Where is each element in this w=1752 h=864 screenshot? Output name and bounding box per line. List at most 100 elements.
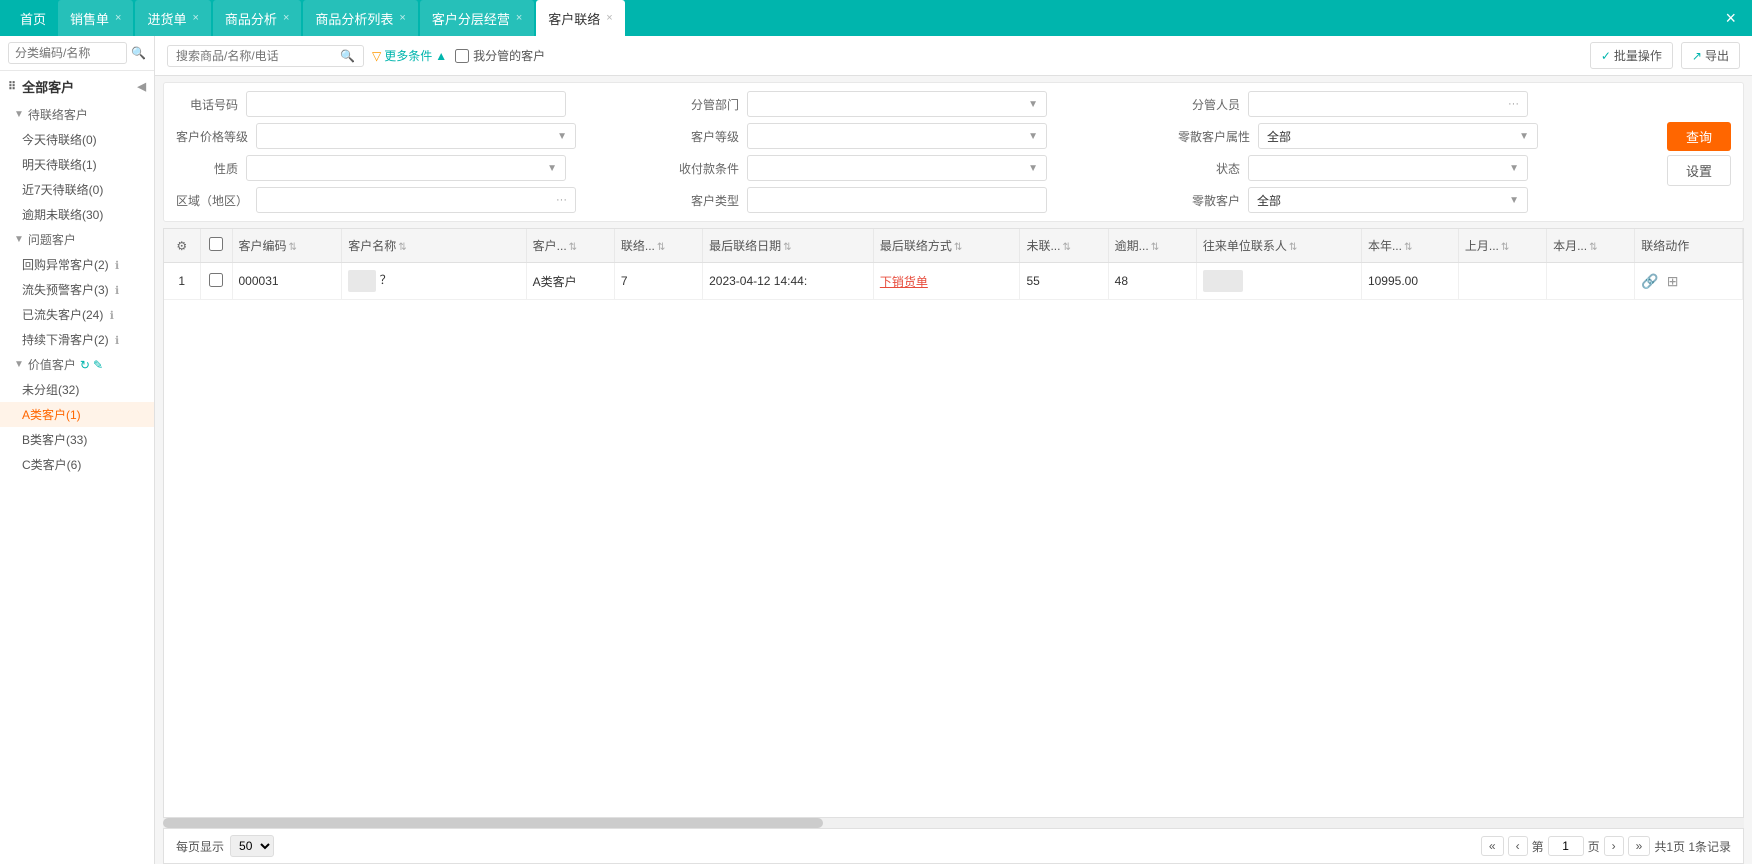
filter-phone-input[interactable] [246, 91, 566, 117]
close-tab-customer-ops[interactable]: × [516, 12, 522, 24]
nav-tab-customer-contact[interactable]: 客户联络 × [536, 0, 624, 36]
row-checkbox[interactable] [209, 273, 223, 287]
nav-tab-analysis-list[interactable]: 商品分析列表 × [303, 0, 417, 36]
th-contact-count[interactable]: 联络...⇅ [614, 229, 702, 263]
export-button[interactable]: ↗ 导出 [1681, 42, 1740, 69]
batch-operation-button[interactable]: ✓ 批量操作 [1590, 42, 1673, 69]
sidebar-item-overdue[interactable]: 逾期未联络(30) [0, 202, 154, 227]
sidebar-item-churned[interactable]: 已流失客户(24) ℹ [0, 302, 154, 327]
filter-price-level: 客户价格等级 ▼ [176, 123, 657, 149]
sidebar-item-churn-warning[interactable]: 流失预警客户(3) ℹ [0, 277, 154, 302]
sidebar-item-repurchase-abnormal[interactable]: 回购异常客户(2) ℹ [0, 252, 154, 277]
nav-tab-analysis[interactable]: 商品分析 × [213, 0, 301, 36]
filter-retail-customer-dropdown[interactable]: 全部 ▼ [1248, 187, 1528, 213]
sort-last-method-icon: ⇅ [954, 242, 962, 253]
td-name-suffix: ？ [380, 273, 392, 287]
td-last-date: 2023-04-12 14:44: [703, 263, 874, 300]
filter-customer-type-input[interactable] [747, 187, 1047, 213]
td-row-num: 1 [164, 263, 200, 300]
total-info-label: 共1页 1条记录 [1654, 838, 1731, 855]
th-code[interactable]: 客户编码⇅ [232, 229, 342, 263]
scrollbar-thumb[interactable] [163, 818, 823, 828]
refresh-icon[interactable]: ↻ [80, 358, 90, 372]
filter-status-dropdown[interactable]: ▼ [1248, 155, 1528, 181]
dept-dropdown-arrow: ▼ [1028, 99, 1038, 110]
query-button[interactable]: 查询 [1667, 122, 1731, 151]
th-last-month[interactable]: 上月...⇅ [1458, 229, 1546, 263]
sidebar-group-value[interactable]: ▼ 价值客户 ↻ ✎ [0, 352, 154, 377]
filter-row-3: 性质 ▼ 收付款条件 ▼ [176, 155, 1659, 181]
nav-tab-sales[interactable]: 销售单 × [58, 0, 133, 36]
sidebar-item-class-c[interactable]: C类客户(6) [0, 452, 154, 477]
nav-tab-customer-ops[interactable]: 客户分层经营 × [420, 0, 534, 36]
filter-manager: 分管人员 ··· [1178, 91, 1659, 117]
sidebar-item-7days[interactable]: 近7天待联络(0) [0, 177, 154, 202]
th-not-contacted[interactable]: 未联...⇅ [1020, 229, 1108, 263]
nav-tab-purchase[interactable]: 进货单 × [135, 0, 210, 36]
th-gear[interactable]: ⚙ [164, 229, 200, 263]
contact-person-placeholder [1203, 270, 1243, 292]
sidebar-item-ungrouped[interactable]: 未分组(32) [0, 377, 154, 402]
filter-retail-attr-label: 零散客户属性 [1178, 128, 1258, 145]
filter-row-1: 电话号码 分管部门 ▼ 分管人员 [176, 91, 1659, 117]
toolbar-search-input[interactable] [176, 49, 336, 63]
sidebar-item-class-b[interactable]: B类客户(33) [0, 427, 154, 452]
first-page-button[interactable]: « [1481, 836, 1504, 856]
filter-price-level-dropdown[interactable]: ▼ [256, 123, 576, 149]
sidebar-all-customers[interactable]: ⠿ 全部客户 ◀ [0, 71, 154, 102]
prev-page-button[interactable]: ‹ [1508, 836, 1528, 856]
last-method-link[interactable]: 下销货单 [880, 275, 928, 289]
action-grid-icon[interactable]: ⊞ [1667, 273, 1679, 290]
next-page-button[interactable]: › [1604, 836, 1624, 856]
filter-payment-dropdown[interactable]: ▼ [747, 155, 1047, 181]
th-last-date[interactable]: 最后联络日期⇅ [703, 229, 874, 263]
filter-region-more[interactable]: ··· [256, 187, 576, 213]
th-level[interactable]: 客户...⇅ [526, 229, 614, 263]
filter-more-button[interactable]: ▽ 更多条件 ▲ [372, 47, 447, 64]
sidebar-item-declining[interactable]: 持续下滑客户(2) ℹ [0, 327, 154, 352]
horizontal-scrollbar[interactable] [163, 818, 1744, 828]
td-checkbox[interactable] [200, 263, 232, 300]
toolbar-search-icon[interactable]: 🔍 [340, 49, 355, 63]
close-tab-sales[interactable]: × [115, 12, 121, 24]
th-this-year[interactable]: 本年...⇅ [1361, 229, 1458, 263]
filter-retail-attr-dropdown[interactable]: 全部 ▼ [1258, 123, 1538, 149]
th-contact-person[interactable]: 往来单位联系人⇅ [1196, 229, 1361, 263]
close-tab-customer-contact[interactable]: × [606, 12, 612, 24]
page-number-input[interactable] [1548, 836, 1584, 856]
content-area: 🔍 ▽ 更多条件 ▲ 我分管的客户 ✓ 批量操作 ↗ 导出 [155, 36, 1752, 864]
sidebar-search-bar: 🔍 [0, 36, 154, 71]
select-all-checkbox[interactable] [209, 237, 223, 251]
sidebar-group-pending[interactable]: ▼ 待联络客户 [0, 102, 154, 127]
th-checkbox[interactable] [200, 229, 232, 263]
close-tab-analysis[interactable]: × [283, 12, 289, 24]
sidebar-item-class-a[interactable]: A类客户(1) [0, 402, 154, 427]
edit-icon[interactable]: ✎ [93, 358, 103, 372]
sidebar-group-problem[interactable]: ▼ 问题客户 [0, 227, 154, 252]
nav-window-close[interactable]: × [1717, 8, 1744, 29]
cust-level-dropdown-arrow: ▼ [1028, 131, 1038, 142]
th-overdue[interactable]: 逾期...⇅ [1108, 229, 1196, 263]
td-name: ？ [342, 263, 526, 300]
sidebar-item-tomorrow[interactable]: 明天待联络(1) [0, 152, 154, 177]
filter-customer-level-dropdown[interactable]: ▼ [747, 123, 1047, 149]
action-link-icon[interactable]: 🔗 [1641, 273, 1658, 290]
sidebar-search-icon[interactable]: 🔍 [131, 46, 146, 60]
filter-nature-dropdown[interactable]: ▼ [246, 155, 566, 181]
close-tab-purchase[interactable]: × [192, 12, 198, 24]
filter-manager-more[interactable]: ··· [1248, 91, 1528, 117]
my-customer-checkbox[interactable] [455, 49, 469, 63]
settings-button[interactable]: 设置 [1667, 155, 1731, 186]
nav-home[interactable]: 首页 [8, 9, 58, 28]
last-page-button[interactable]: » [1628, 836, 1651, 856]
sidebar-search-input[interactable] [8, 42, 127, 64]
th-last-method[interactable]: 最后联络方式⇅ [873, 229, 1020, 263]
close-tab-analysis-list[interactable]: × [399, 12, 405, 24]
td-action: 🔗 ⊞ [1635, 263, 1743, 300]
sidebar-item-today[interactable]: 今天待联络(0) [0, 127, 154, 152]
sort-this-month-icon: ⇅ [1589, 242, 1597, 253]
page-size-select[interactable]: 50 [230, 835, 274, 857]
th-this-month[interactable]: 本月...⇅ [1547, 229, 1635, 263]
th-name[interactable]: 客户名称⇅ [342, 229, 526, 263]
filter-dept-dropdown[interactable]: ▼ [747, 91, 1047, 117]
